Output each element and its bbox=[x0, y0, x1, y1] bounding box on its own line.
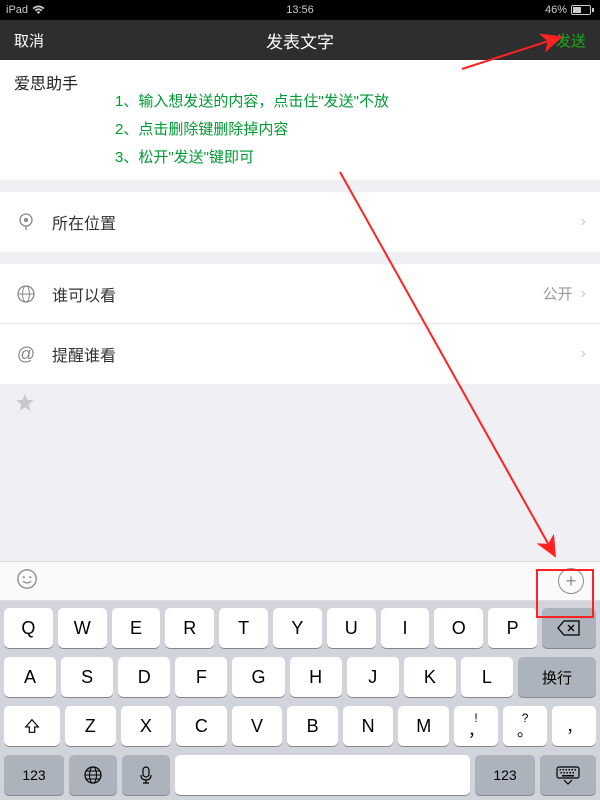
key-l[interactable]: L bbox=[461, 657, 513, 697]
key-w[interactable]: W bbox=[58, 608, 107, 648]
space-key[interactable] bbox=[175, 755, 470, 795]
enter-key[interactable]: 换行 bbox=[518, 657, 596, 697]
key-z[interactable]: Z bbox=[65, 706, 116, 746]
key-k[interactable]: K bbox=[404, 657, 456, 697]
send-button[interactable]: 发送 bbox=[556, 30, 586, 51]
star-icon[interactable] bbox=[14, 392, 36, 419]
key-r[interactable]: R bbox=[165, 608, 214, 648]
nav-bar: 取消 发表文字 发送 bbox=[0, 20, 600, 60]
visibility-row[interactable]: 谁可以看 公开 › bbox=[0, 264, 600, 324]
numbers-key[interactable]: 123 bbox=[4, 755, 64, 795]
instruction-line-2: 2、点击删除键删除掉内容 bbox=[115, 116, 389, 144]
shift-key[interactable] bbox=[4, 706, 60, 746]
page-title: 发表文字 bbox=[0, 28, 600, 53]
instruction-overlay: 1、输入想发送的内容，点击住"发送"不放 2、点击删除键删除掉内容 3、松开"发… bbox=[115, 88, 389, 172]
key-g[interactable]: G bbox=[232, 657, 284, 697]
globe-icon bbox=[14, 282, 38, 306]
key-n[interactable]: N bbox=[343, 706, 394, 746]
visibility-value: 公开 bbox=[543, 283, 573, 304]
key-o[interactable]: O bbox=[434, 608, 483, 648]
key-i[interactable]: I bbox=[381, 608, 430, 648]
key-q[interactable]: Q bbox=[4, 608, 53, 648]
key-u[interactable]: U bbox=[327, 608, 376, 648]
key-v[interactable]: V bbox=[232, 706, 283, 746]
battery-icon bbox=[571, 5, 594, 15]
compose-text: 爱思助手 bbox=[14, 76, 78, 93]
key-d[interactable]: D bbox=[118, 657, 170, 697]
cancel-button[interactable]: 取消 bbox=[14, 30, 44, 51]
chevron-right-icon: › bbox=[581, 345, 586, 363]
globe-key[interactable] bbox=[69, 755, 117, 795]
comma-key[interactable]: ， bbox=[552, 706, 596, 746]
chevron-right-icon: › bbox=[581, 285, 586, 303]
visibility-label: 谁可以看 bbox=[52, 282, 116, 306]
key-f[interactable]: F bbox=[175, 657, 227, 697]
hide-keyboard-key[interactable] bbox=[540, 755, 596, 795]
instruction-line-1: 1、输入想发送的内容，点击住"发送"不放 bbox=[115, 88, 389, 116]
chevron-right-icon: › bbox=[581, 213, 586, 231]
key-t[interactable]: T bbox=[219, 608, 268, 648]
key-s[interactable]: S bbox=[61, 657, 113, 697]
key-e[interactable]: E bbox=[112, 608, 161, 648]
mention-label: 提醒谁看 bbox=[52, 342, 116, 366]
key-h[interactable]: H bbox=[290, 657, 342, 697]
key-p[interactable]: P bbox=[488, 608, 537, 648]
add-icon[interactable]: + bbox=[558, 568, 584, 594]
mention-row[interactable]: @ 提醒谁看 › bbox=[0, 324, 600, 384]
key-x[interactable]: X bbox=[121, 706, 172, 746]
location-label: 所在位置 bbox=[52, 210, 116, 234]
key-y[interactable]: Y bbox=[273, 608, 322, 648]
at-icon: @ bbox=[14, 342, 38, 366]
rating-row bbox=[0, 384, 600, 426]
emoji-icon[interactable] bbox=[16, 568, 38, 595]
key-c[interactable]: C bbox=[176, 706, 227, 746]
mic-key[interactable] bbox=[122, 755, 170, 795]
key-j[interactable]: J bbox=[347, 657, 399, 697]
key-b[interactable]: B bbox=[287, 706, 338, 746]
keyboard: QWERTYUIOP ASDFGHJKL换行 ZXCVBNM!，?。， 123 … bbox=[0, 601, 600, 800]
key-a[interactable]: A bbox=[4, 657, 56, 697]
numbers-key-right[interactable]: 123 bbox=[475, 755, 535, 795]
status-bar: iPad 13:56 46% bbox=[0, 0, 600, 20]
instruction-line-3: 3、松开"发送"键即可 bbox=[115, 144, 389, 172]
punct-key-0[interactable]: !， bbox=[454, 706, 498, 746]
battery-percent: 46% bbox=[545, 4, 567, 16]
clock: 13:56 bbox=[0, 4, 600, 16]
toolbar-row: + bbox=[0, 561, 600, 601]
pin-icon bbox=[14, 210, 38, 234]
location-row[interactable]: 所在位置 › bbox=[0, 192, 600, 252]
punct-key-1[interactable]: ?。 bbox=[503, 706, 547, 746]
key-m[interactable]: M bbox=[398, 706, 449, 746]
wifi-icon bbox=[32, 5, 45, 15]
device-name: iPad bbox=[6, 4, 28, 16]
backspace-key[interactable] bbox=[542, 608, 596, 648]
